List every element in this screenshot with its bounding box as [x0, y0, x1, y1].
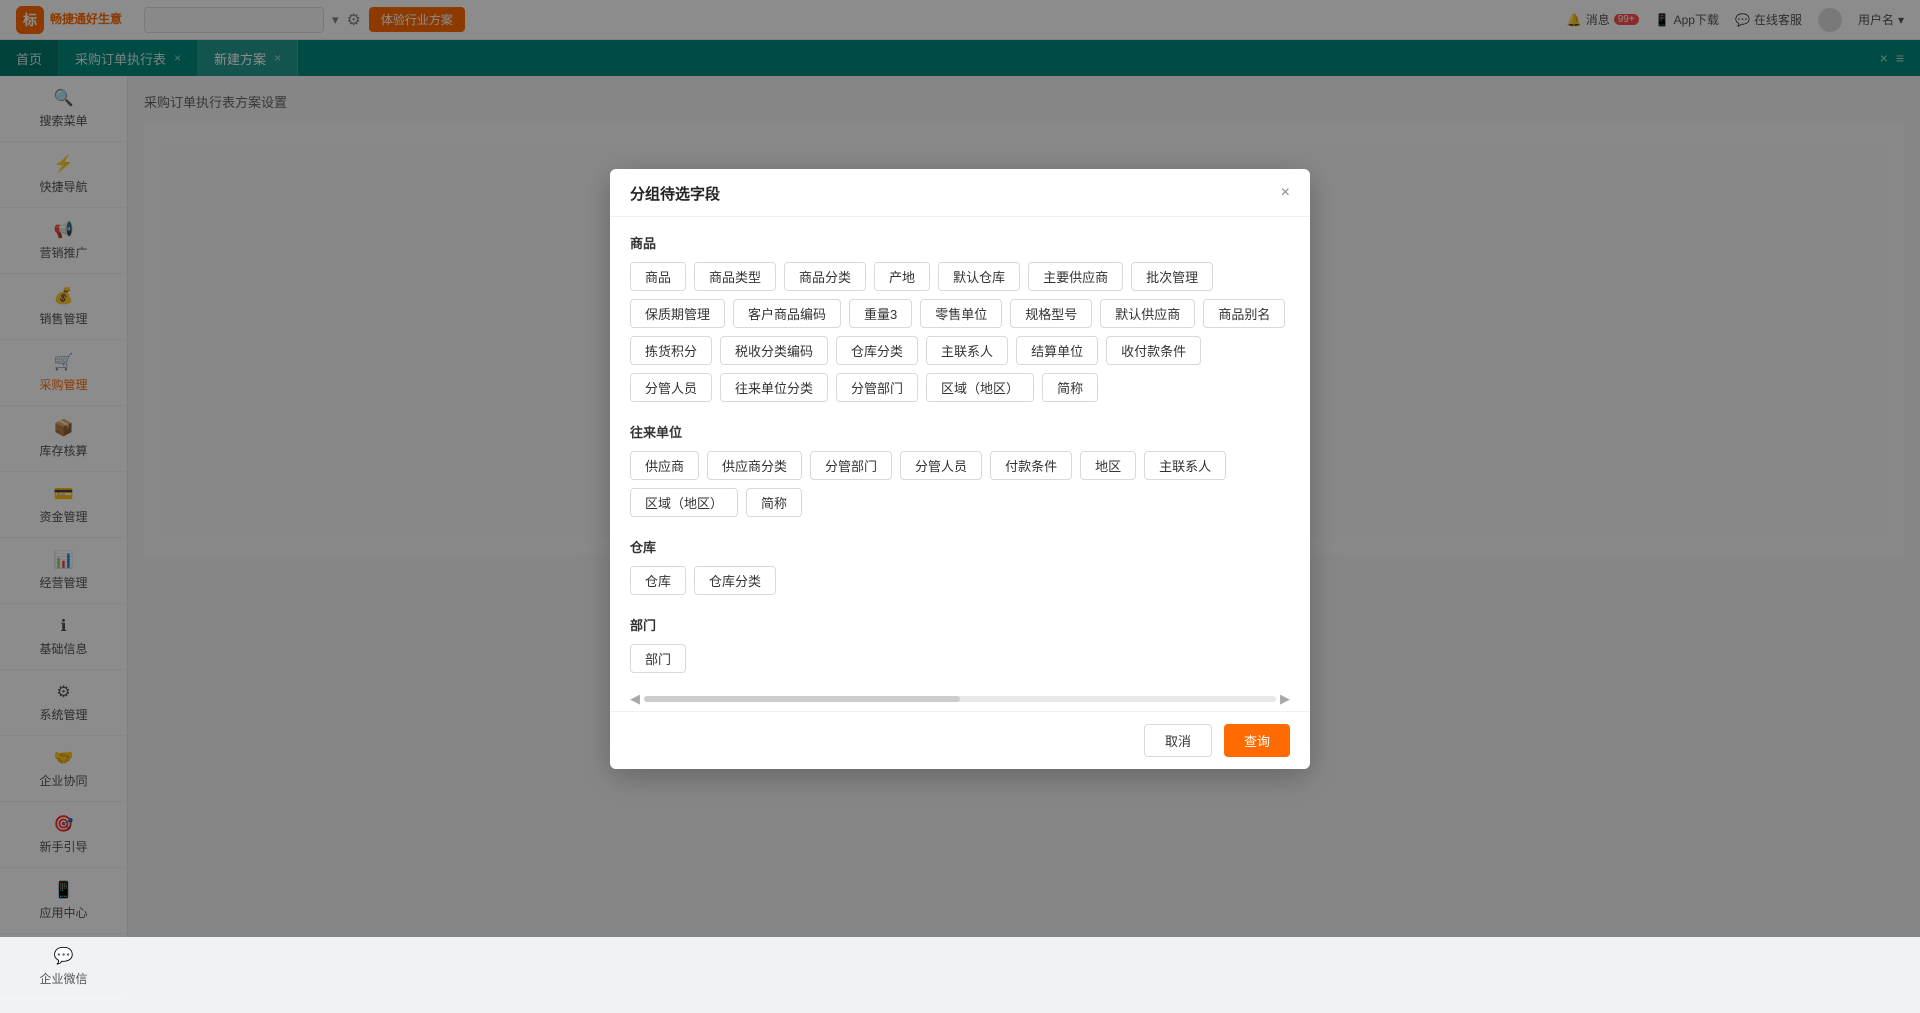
hscroll-thumb [644, 696, 960, 702]
partner-field-grid: 供应商 供应商分类 分管部门 分管人员 付款条件 地区 主联系人 区域（地区） … [630, 451, 1290, 517]
field-tag[interactable]: 主联系人 [926, 336, 1008, 365]
field-tag[interactable]: 默认仓库 [938, 262, 1020, 291]
field-tag[interactable]: 分管人员 [630, 373, 712, 402]
section-partner: 往来单位 供应商 供应商分类 分管部门 分管人员 付款条件 地区 主联系人 区域… [630, 422, 1290, 517]
confirm-button[interactable]: 查询 [1224, 724, 1290, 757]
field-tag[interactable]: 商品别名 [1203, 299, 1285, 328]
modal-hscroll-area[interactable]: ◀ ▶ [610, 691, 1310, 711]
modal-header: 分组待选字段 × [610, 169, 1310, 217]
field-tag[interactable]: 商品 [630, 262, 686, 291]
modal-overlay: 分组待选字段 × 商品 商品 商品类型 商品分类 产地 默认仓库 主要供应商 批… [0, 0, 1920, 937]
field-tag[interactable]: 产地 [874, 262, 930, 291]
modal-footer: 取消 查询 [610, 711, 1310, 769]
field-tag[interactable]: 规格型号 [1010, 299, 1092, 328]
section-product-title: 商品 [630, 233, 1290, 252]
field-tag[interactable]: 简称 [1042, 373, 1098, 402]
field-tag[interactable]: 区域（地区） [630, 488, 738, 517]
scroll-left-icon[interactable]: ◀ [630, 691, 640, 707]
section-warehouse-title: 仓库 [630, 537, 1290, 556]
warehouse-field-grid: 仓库 仓库分类 [630, 566, 1290, 595]
field-tag[interactable]: 分管部门 [810, 451, 892, 480]
section-department: 部门 部门 [630, 615, 1290, 673]
field-tag[interactable]: 往来单位分类 [720, 373, 828, 402]
field-tag[interactable]: 供应商分类 [707, 451, 802, 480]
field-tag[interactable]: 税收分类编码 [720, 336, 828, 365]
section-department-title: 部门 [630, 615, 1290, 634]
field-tag[interactable]: 默认供应商 [1100, 299, 1195, 328]
field-tag[interactable]: 批次管理 [1131, 262, 1213, 291]
hscroll-track[interactable] [644, 696, 1276, 702]
section-partner-title: 往来单位 [630, 422, 1290, 441]
field-tag[interactable]: 简称 [746, 488, 802, 517]
field-tag[interactable]: 结算单位 [1016, 336, 1098, 365]
field-tag[interactable]: 主联系人 [1144, 451, 1226, 480]
field-tag[interactable]: 仓库分类 [694, 566, 776, 595]
modal-close-button[interactable]: × [1281, 184, 1290, 202]
field-tag[interactable]: 商品类型 [694, 262, 776, 291]
section-warehouse: 仓库 仓库 仓库分类 [630, 537, 1290, 595]
field-tag[interactable]: 分管部门 [836, 373, 918, 402]
field-tag[interactable]: 拣货积分 [630, 336, 712, 365]
product-field-grid: 商品 商品类型 商品分类 产地 默认仓库 主要供应商 批次管理 保质期管理 客户… [630, 262, 1290, 402]
section-product: 商品 商品 商品类型 商品分类 产地 默认仓库 主要供应商 批次管理 保质期管理… [630, 233, 1290, 402]
field-tag[interactable]: 零售单位 [920, 299, 1002, 328]
field-select-modal: 分组待选字段 × 商品 商品 商品类型 商品分类 产地 默认仓库 主要供应商 批… [610, 169, 1310, 769]
modal-title: 分组待选字段 [630, 183, 720, 204]
field-tag[interactable]: 客户商品编码 [733, 299, 841, 328]
cancel-button[interactable]: 取消 [1144, 724, 1212, 757]
field-tag[interactable]: 仓库 [630, 566, 686, 595]
field-tag[interactable]: 付款条件 [990, 451, 1072, 480]
field-tag[interactable]: 地区 [1080, 451, 1136, 480]
field-tag[interactable]: 收付款条件 [1106, 336, 1201, 365]
field-tag[interactable]: 部门 [630, 644, 686, 673]
field-tag[interactable]: 主要供应商 [1028, 262, 1123, 291]
field-tag[interactable]: 商品分类 [784, 262, 866, 291]
field-tag[interactable]: 供应商 [630, 451, 699, 480]
field-tag[interactable]: 区域（地区） [926, 373, 1034, 402]
scroll-right-icon[interactable]: ▶ [1280, 691, 1290, 707]
field-tag[interactable]: 分管人员 [900, 451, 982, 480]
modal-body[interactable]: 商品 商品 商品类型 商品分类 产地 默认仓库 主要供应商 批次管理 保质期管理… [610, 217, 1310, 691]
field-tag[interactable]: 重量3 [849, 299, 912, 328]
field-tag[interactable]: 仓库分类 [836, 336, 918, 365]
department-field-grid: 部门 [630, 644, 1290, 673]
field-tag[interactable]: 保质期管理 [630, 299, 725, 328]
